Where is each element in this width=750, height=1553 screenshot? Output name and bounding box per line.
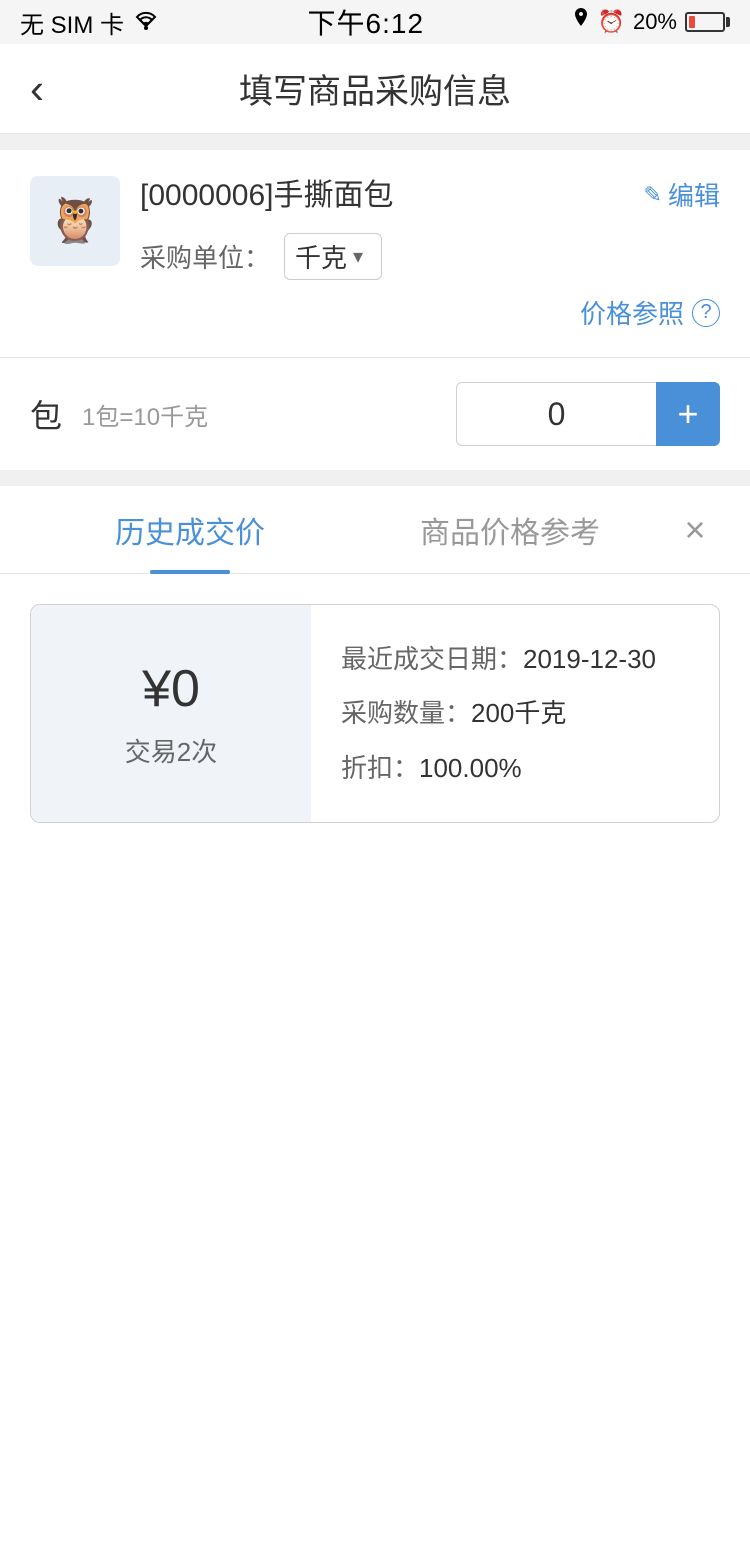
quantity-unit-label: 包 (30, 391, 62, 437)
product-info: [0000006]手撕面包 采购单位： 千克 ▾ (140, 176, 644, 280)
detail-qty-value: 200千克 (471, 698, 566, 728)
product-name: [0000006]手撕面包 (140, 176, 644, 215)
back-button[interactable]: ‹ (30, 58, 54, 120)
product-top: 🦉 [0000006]手撕面包 采购单位： 千克 ▾ ✎ 编辑 (30, 176, 720, 280)
battery-icon (685, 12, 730, 32)
product-left: 🦉 [0000006]手撕面包 采购单位： 千克 ▾ (30, 176, 644, 280)
quantity-plus-button[interactable]: + (656, 382, 720, 446)
alarm-icon: ⏰ (598, 9, 625, 35)
price-ref-label: 价格参照 (580, 294, 684, 331)
tab-price-ref-label: 商品价格参考 (420, 508, 600, 552)
history-card: ¥0 交易2次 最近成交日期：2019-12-30 采购数量：200千克 折扣：… (30, 604, 720, 823)
tabs-panel: 历史成交价 商品价格参考 × ¥0 交易2次 最近成交日期：2019-12-30… (0, 486, 750, 853)
detail-qty-label: 采购数量： (341, 698, 471, 728)
detail-discount-row: 折扣：100.00% (341, 750, 689, 786)
history-card-price-section: ¥0 交易2次 (31, 605, 311, 822)
edit-label: 编辑 (668, 176, 720, 213)
nav-bar: ‹ 填写商品采购信息 (0, 44, 750, 134)
product-thumbnail: 🦉 (30, 176, 120, 266)
tab-active-underline (150, 570, 230, 574)
unit-label: 采购单位： (140, 238, 270, 275)
history-price: ¥0 (142, 658, 200, 720)
history-card-details: 最近成交日期：2019-12-30 采购数量：200千克 折扣：100.00% (311, 605, 719, 822)
quantity-conversion: 1包=10千克 (82, 397, 436, 432)
product-unit-row: 采购单位： 千克 ▾ (140, 233, 644, 280)
edit-icon: ✎ (644, 182, 662, 208)
product-bottom-row: 价格参照 ? (30, 294, 720, 331)
status-right: ⏰ 20% (572, 8, 730, 36)
detail-date-row: 最近成交日期：2019-12-30 (341, 641, 689, 677)
section-divider (0, 470, 750, 486)
tab-history-price[interactable]: 历史成交价 (30, 486, 350, 574)
detail-qty-row: 采购数量：200千克 (341, 695, 689, 731)
signal-text: 无 SIM 卡 (20, 5, 124, 40)
status-left: 无 SIM 卡 (20, 5, 160, 40)
status-time: 下午6:12 (308, 2, 425, 42)
price-ref-question-icon: ? (692, 299, 720, 327)
quantity-row: 包 1包=10千克 + (0, 357, 750, 470)
battery-percent: 20% (633, 9, 677, 35)
history-content: ¥0 交易2次 最近成交日期：2019-12-30 采购数量：200千克 折扣：… (0, 574, 750, 853)
edit-button[interactable]: ✎ 编辑 (644, 176, 720, 213)
detail-date-label: 最近成交日期： (341, 644, 523, 674)
wifi-icon (132, 8, 160, 37)
tab-close-button[interactable]: × (670, 505, 720, 555)
product-owl-icon: 🦉 (48, 199, 103, 243)
page-title: 填写商品采购信息 (239, 64, 511, 113)
quantity-input-wrap: + (456, 382, 720, 446)
unit-select-arrow-icon: ▾ (353, 244, 363, 269)
product-card: 🦉 [0000006]手撕面包 采购单位： 千克 ▾ ✎ 编辑 价格参照 ? (0, 150, 750, 357)
tab-product-price-ref[interactable]: 商品价格参考 (350, 486, 670, 574)
detail-discount-value: 100.00% (419, 753, 522, 783)
tabs-header: 历史成交价 商品价格参考 × (0, 486, 750, 574)
unit-select[interactable]: 千克 ▾ (284, 233, 382, 280)
detail-discount-label: 折扣： (341, 753, 419, 783)
tab-history-label: 历史成交价 (115, 508, 265, 552)
price-ref-button[interactable]: 价格参照 ? (580, 294, 720, 331)
status-bar: 无 SIM 卡 下午6:12 ⏰ 20% (0, 0, 750, 44)
empty-area (0, 853, 750, 1553)
unit-value: 千克 (295, 238, 347, 275)
detail-date-value: 2019-12-30 (523, 644, 656, 674)
location-icon (572, 8, 590, 36)
quantity-input[interactable] (456, 382, 656, 446)
transaction-count: 交易2次 (125, 732, 217, 769)
